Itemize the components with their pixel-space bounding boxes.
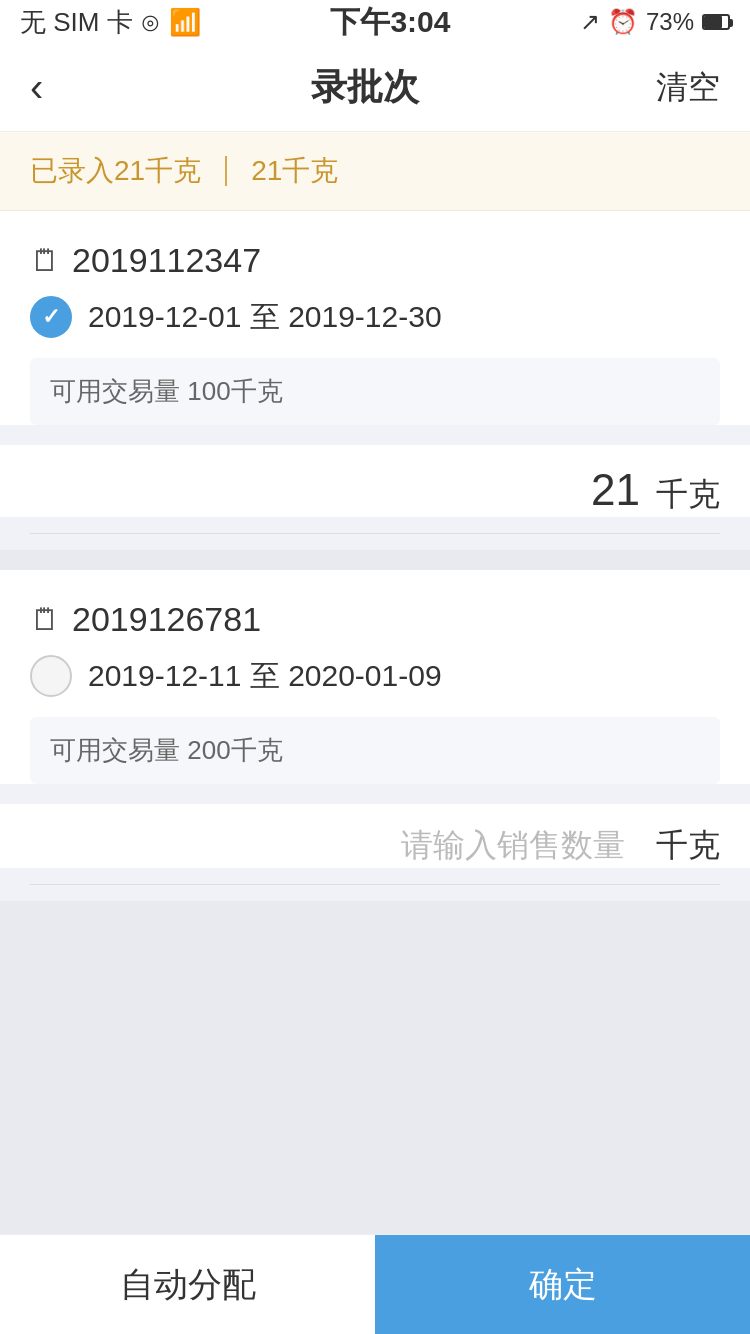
batch-item-1: 🗒 2019112347 2019-12-01 至 2019-12-30 可用交… [0, 211, 750, 425]
battery-text: 73% [646, 8, 694, 36]
batch-2-available-qty: 可用交易量 200千克 [30, 717, 720, 784]
batch-item-2: 🗒 2019126781 2019-12-11 至 2020-01-09 可用交… [0, 570, 750, 784]
batch-1-date: 2019-12-01 至 2019-12-30 [88, 297, 442, 338]
batch-2-input-row: 千克 [0, 804, 750, 868]
status-right: ↗ ⏰ 73% [580, 8, 730, 36]
recorded-value: 21千克 [251, 152, 338, 190]
status-time: 下午3:04 [330, 2, 450, 43]
batch-1-amount-unit: 千克 [656, 473, 720, 517]
batch-1-available-qty: 可用交易量 100千克 [30, 358, 720, 425]
content-scroll: 🗒 2019112347 2019-12-01 至 2019-12-30 可用交… [0, 211, 750, 1334]
sim-text: 无 SIM 卡 ⊙ [20, 5, 161, 40]
batch-2-date-row: 2019-12-11 至 2020-01-09 [30, 655, 720, 697]
batch-2-divider [30, 884, 720, 885]
info-banner: 已录入21千克 21千克 [0, 132, 750, 211]
wifi-icon: 📶 [169, 7, 201, 38]
batch-1-amount-number: 21 [591, 465, 640, 515]
battery-icon [702, 14, 730, 30]
batch-1-radio[interactable] [30, 296, 72, 338]
back-button[interactable]: ‹ [30, 65, 90, 110]
separator-1 [0, 550, 750, 570]
batch-2-qty-input[interactable] [340, 827, 640, 864]
bottom-bar: 自动分配 确定 [0, 1234, 750, 1334]
batch-1-divider [30, 533, 720, 534]
alarm-icon: ⏰ [608, 8, 638, 36]
auto-distribute-button[interactable]: 自动分配 [0, 1235, 375, 1334]
status-left: 无 SIM 卡 ⊙ 📶 [20, 5, 201, 40]
recorded-label: 已录入21千克 [30, 152, 201, 190]
location-icon: ↗ [580, 8, 600, 36]
banner-divider [225, 156, 227, 186]
batch-1-id: 2019112347 [72, 241, 261, 280]
batch-1-icon: 🗒 [30, 244, 60, 278]
status-bar: 无 SIM 卡 ⊙ 📶 下午3:04 ↗ ⏰ 73% [0, 0, 750, 44]
batch-1-header: 🗒 2019112347 [30, 241, 720, 280]
clear-button[interactable]: 清空 [640, 66, 720, 110]
batch-2-icon: 🗒 [30, 603, 60, 637]
batch-2-date: 2019-12-11 至 2020-01-09 [88, 656, 442, 697]
batch-1-date-row: 2019-12-01 至 2019-12-30 [30, 296, 720, 338]
batch-1-amount-row: 21 千克 [0, 445, 750, 517]
batch-2-input-unit: 千克 [656, 824, 720, 868]
batch-2-id: 2019126781 [72, 600, 261, 639]
batch-2-radio[interactable] [30, 655, 72, 697]
confirm-button[interactable]: 确定 [375, 1235, 750, 1334]
page-title: 录批次 [311, 63, 419, 112]
nav-bar: ‹ 录批次 清空 [0, 44, 750, 132]
batch-2-header: 🗒 2019126781 [30, 600, 720, 639]
